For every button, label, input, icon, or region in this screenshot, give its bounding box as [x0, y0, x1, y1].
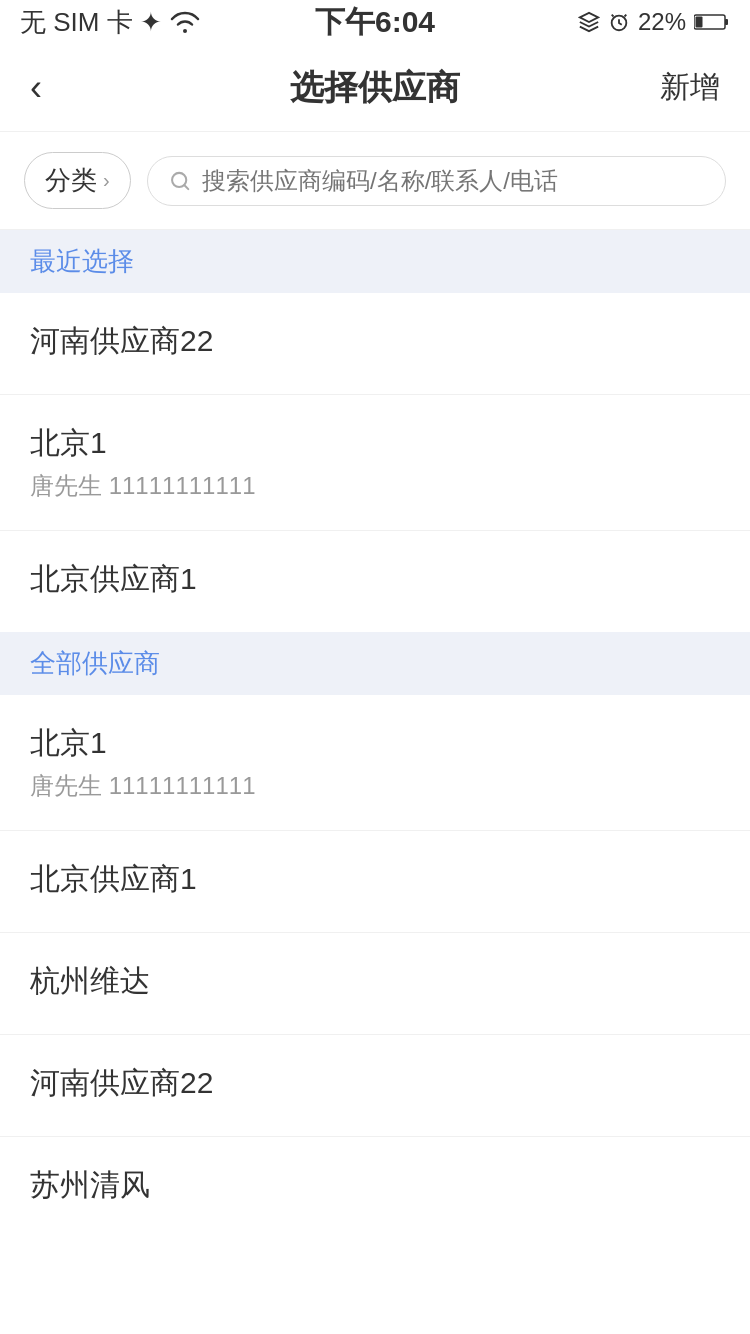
category-button[interactable]: 分类 › — [24, 152, 131, 209]
nav-bar: ‹ 选择供应商 新增 — [0, 44, 750, 132]
supplier-name: 北京1 — [30, 423, 720, 464]
status-left: 无 SIM 卡 ✦ — [20, 5, 200, 40]
page-title: 选择供应商 — [110, 65, 640, 111]
list-item[interactable]: 苏州清风 — [0, 1137, 750, 1238]
recent-section-header: 最近选择 — [0, 230, 750, 293]
supplier-name: 北京1 — [30, 723, 720, 764]
status-bar: 无 SIM 卡 ✦ 下午6:04 22% — [0, 0, 750, 44]
supplier-name: 北京供应商1 — [30, 559, 720, 600]
search-input[interactable] — [202, 167, 705, 195]
search-input-wrap[interactable] — [147, 156, 726, 206]
supplier-name: 苏州清风 — [30, 1165, 720, 1206]
chevron-right-icon: › — [103, 169, 110, 192]
svg-rect-3 — [696, 17, 703, 28]
list-item[interactable]: 河南供应商22 — [0, 293, 750, 395]
category-label: 分类 — [45, 163, 97, 198]
list-item[interactable]: 北京1 唐先生 11111111111 — [0, 395, 750, 531]
location-icon — [578, 11, 600, 33]
supplier-name: 北京供应商1 — [30, 859, 720, 900]
supplier-name: 河南供应商22 — [30, 1063, 720, 1104]
recent-items-list: 河南供应商22 北京1 唐先生 11111111111 北京供应商1 — [0, 293, 750, 632]
list-item[interactable]: 北京供应商1 — [0, 531, 750, 632]
battery-icon — [694, 13, 730, 31]
list-item[interactable]: 北京1 唐先生 11111111111 — [0, 695, 750, 831]
supplier-contact: 唐先生 11111111111 — [30, 770, 720, 802]
all-items-list: 北京1 唐先生 11111111111 北京供应商1 杭州维达河南供应商22 苏州清风 — [0, 695, 750, 1238]
battery-text: 22% — [638, 8, 686, 36]
back-button[interactable]: ‹ — [30, 67, 110, 109]
wifi-icon — [170, 11, 200, 33]
supplier-name: 河南供应商22 — [30, 321, 720, 362]
search-icon — [168, 168, 192, 194]
alarm-icon — [608, 11, 630, 33]
add-button[interactable]: 新增 — [640, 67, 720, 108]
list-item[interactable]: 北京供应商1 — [0, 831, 750, 933]
supplier-contact: 唐先生 11111111111 — [30, 470, 720, 502]
all-section-header: 全部供应商 — [0, 632, 750, 695]
no-sim-text: 无 SIM 卡 ✦ — [20, 5, 162, 40]
list-item[interactable]: 杭州维达 — [0, 933, 750, 1035]
status-right: 22% — [578, 8, 730, 36]
supplier-name: 杭州维达 — [30, 961, 720, 1002]
svg-rect-2 — [725, 19, 728, 25]
status-time: 下午6:04 — [315, 2, 435, 43]
list-item[interactable]: 河南供应商22 — [0, 1035, 750, 1137]
search-bar: 分类 › — [0, 132, 750, 230]
